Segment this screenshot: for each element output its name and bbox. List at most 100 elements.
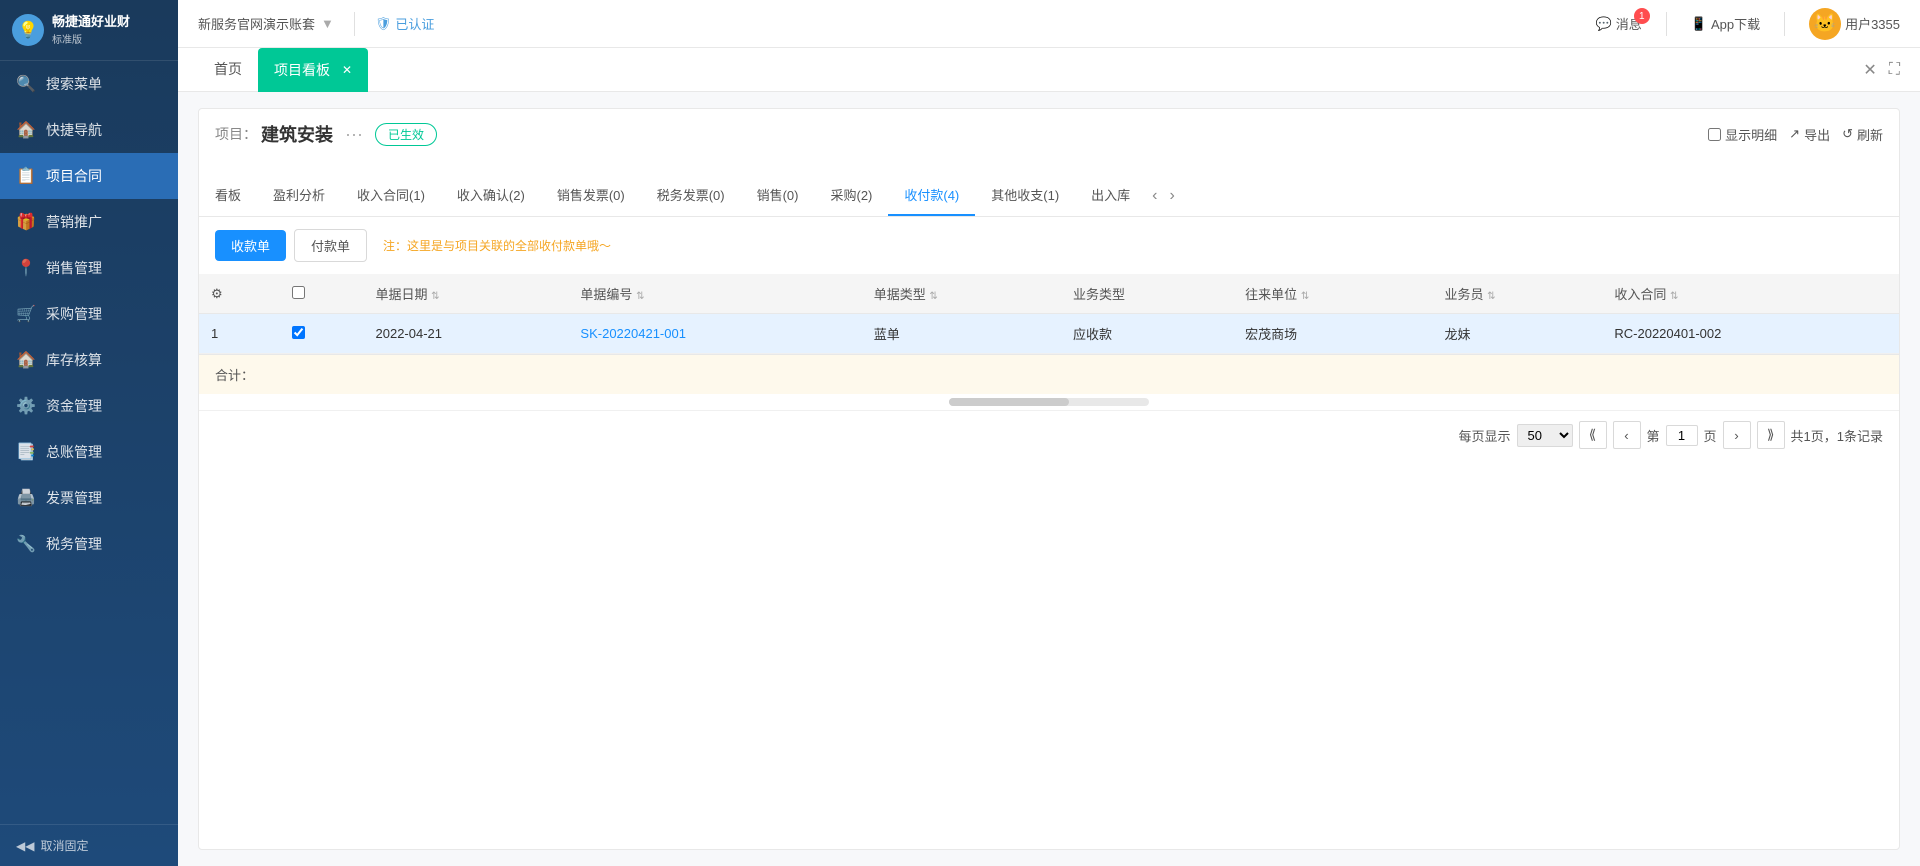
cell-biz-type: 应收款 [1061,314,1233,354]
prev-page-btn[interactable]: ‹ [1613,421,1641,449]
row-checkbox[interactable] [292,326,305,339]
summary-label: 合计： [215,368,254,383]
subtab-income-contract[interactable]: 收入合同(1) [341,175,441,216]
project-more-icon[interactable]: ··· [345,124,363,145]
col-salesman-label: 业务员 [1445,287,1484,302]
subtab-in-out[interactable]: 出入库 [1075,175,1146,216]
sidebar-item-label: 搜索菜单 [46,74,102,94]
sidebar-item-label: 库存核算 [46,350,102,370]
sidebar-item-inventory[interactable]: 🏠 库存核算 [0,337,178,383]
tab-project-board-label: 项目看板 [274,60,330,80]
sort-icon-number: ⇅ [636,291,644,302]
select-all-checkbox[interactable] [292,286,305,299]
table-row[interactable]: 1 2022-04-21 SK-20220421-001 蓝单 应收款 宏茂商场… [199,314,1899,354]
tab-close-window-button[interactable]: ✕ [1863,60,1876,80]
invoice-icon: 🖨️ [16,488,36,508]
subtab-sales-invoice[interactable]: 销售发票(0) [541,175,641,216]
col-date-label: 单据日期 [376,287,428,302]
user-menu[interactable]: 🐱 用户3355 [1809,8,1900,40]
show-detail-checkbox-input[interactable] [1708,128,1721,141]
logo-text: 畅捷通好业财 [52,14,130,31]
payment-btn[interactable]: 付款单 [294,229,367,262]
sidebar: 💡 畅捷通好业财 标准版 🔍 搜索菜单 🏠 快捷导航 📋 项目合同 🎁 营销推广… [0,0,178,866]
col-partner[interactable]: 往来单位 ⇅ [1233,274,1432,314]
cell-income-contract: RC-20220401-002 [1602,314,1899,354]
cell-date: 2022-04-21 [364,314,569,354]
subtab-prev-arrow[interactable]: ‹ [1146,179,1163,213]
next-page-btn[interactable]: › [1723,421,1751,449]
message-button[interactable]: 💬 消息 1 [1596,14,1642,33]
table-body: 1 2022-04-21 SK-20220421-001 蓝单 应收款 宏茂商场… [199,314,1899,354]
phone-icon: 📱 [1691,16,1707,32]
topbar: 新服务官网演示账套 ▼ 🛡 已认证 💬 消息 1 📱 App下载 🐱 用户335… [178,0,1920,48]
sidebar-item-label: 发票管理 [46,488,102,508]
cell-number[interactable]: SK-20220421-001 [568,314,861,354]
certified-label: 已认证 [395,14,434,33]
unpin-icon: ◀◀ [16,839,34,853]
data-table: ⚙ 单据日期 ⇅ 单据编号 ⇅ 单据类型 [199,274,1899,354]
cell-checkbox [280,314,364,354]
table-header: ⚙ 单据日期 ⇅ 单据编号 ⇅ 单据类型 [199,274,1899,314]
certified-badge: 🛡 已认证 [375,14,435,33]
subtab-profit[interactable]: 盈利分析 [257,175,341,216]
show-detail-label: 显示明细 [1725,125,1777,144]
sidebar-item-search[interactable]: 🔍 搜索菜单 [0,61,178,107]
sidebar-item-sales-mgmt[interactable]: 📍 销售管理 [0,245,178,291]
sidebar-item-label: 采购管理 [46,304,102,324]
last-page-btn[interactable]: ⟫ [1757,421,1785,449]
col-biz-type-label: 业务类型 [1073,287,1125,302]
refresh-icon: ↺ [1842,126,1853,142]
col-salesman[interactable]: 业务员 ⇅ [1433,274,1603,314]
col-income-contract[interactable]: 收入合同 ⇅ [1602,274,1899,314]
tab-maximize-button[interactable]: ⛶ [1889,61,1900,79]
cell-type: 蓝单 [862,314,1061,354]
project-icon: 📋 [16,166,36,186]
sidebar-item-invoice-mgmt[interactable]: 🖨️ 发票管理 [0,475,178,521]
subtab-tax-invoice[interactable]: 税务发票(0) [641,175,741,216]
search-icon: 🔍 [16,74,36,94]
topbar-divider-1 [354,12,355,36]
logo-version: 标准版 [52,31,130,46]
export-button[interactable]: ↗ 导出 [1789,125,1830,144]
subtab-other-income[interactable]: 其他收支(1) [975,175,1075,216]
sidebar-unpin-button[interactable]: ◀◀ 取消固定 [0,824,178,866]
sidebar-item-purchase-mgmt[interactable]: 🛒 采购管理 [0,291,178,337]
subtab-sales[interactable]: 销售(0) [741,175,815,216]
col-number[interactable]: 单据编号 ⇅ [568,274,861,314]
sidebar-item-project-contract[interactable]: 📋 项目合同 [0,153,178,199]
sidebar-menu: 🔍 搜索菜单 🏠 快捷导航 📋 项目合同 🎁 营销推广 📍 销售管理 🛒 采购管… [0,61,178,824]
content-area: 项目： 建筑安装 ··· 已生效 显示明细 ↗ 导出 ↺ 刷新 [178,92,1920,866]
sidebar-item-marketing[interactable]: 🎁 营销推广 [0,199,178,245]
col-settings[interactable]: ⚙ [199,274,280,314]
subtab-income-confirm[interactable]: 收入确认(2) [441,175,541,216]
subtab-receipt[interactable]: 收付款(4) [888,175,975,216]
subtab-kanban[interactable]: 看板 [199,175,257,216]
tab-project-board[interactable]: 项目看板 ✕ [258,48,368,92]
sidebar-item-quick-nav[interactable]: 🏠 快捷导航 [0,107,178,153]
sidebar-item-capital-mgmt[interactable]: ⚙️ 资金管理 [0,383,178,429]
sidebar-item-ledger-mgmt[interactable]: 📑 总账管理 [0,429,178,475]
col-date[interactable]: 单据日期 ⇅ [364,274,569,314]
refresh-button[interactable]: ↺ 刷新 [1842,125,1883,144]
show-detail-checkbox[interactable]: 显示明细 [1708,125,1777,144]
table-container: ⚙ 单据日期 ⇅ 单据编号 ⇅ 单据类型 [199,274,1899,354]
receipt-number-link[interactable]: SK-20220421-001 [580,326,686,341]
sort-icon-partner: ⇅ [1301,291,1309,302]
tab-home[interactable]: 首页 [198,48,258,92]
per-page-label: 每页显示 [1458,426,1510,445]
first-page-btn[interactable]: ⟪ [1579,421,1607,449]
logo-icon: 💡 [12,14,44,46]
app-download-button[interactable]: 📱 App下载 [1691,14,1760,33]
sidebar-item-tax-mgmt[interactable]: 🔧 税务管理 [0,521,178,567]
tab-home-label: 首页 [214,59,242,79]
per-page-select[interactable]: 50 100 200 [1517,424,1573,447]
tab-close-icon[interactable]: ✕ [342,63,352,77]
account-selector[interactable]: 新服务官网演示账套 ▼ [198,14,334,33]
sidebar-logo: 💡 畅捷通好业财 标准版 [0,0,178,61]
subtab-purchase[interactable]: 采购(2) [814,175,888,216]
subtab-next-arrow[interactable]: › [1164,179,1181,213]
receipt-btn[interactable]: 收款单 [215,230,286,261]
col-type[interactable]: 单据类型 ⇅ [862,274,1061,314]
main-content: 新服务官网演示账套 ▼ 🛡 已认证 💬 消息 1 📱 App下载 🐱 用户335… [178,0,1920,866]
current-page-input[interactable] [1666,425,1698,446]
